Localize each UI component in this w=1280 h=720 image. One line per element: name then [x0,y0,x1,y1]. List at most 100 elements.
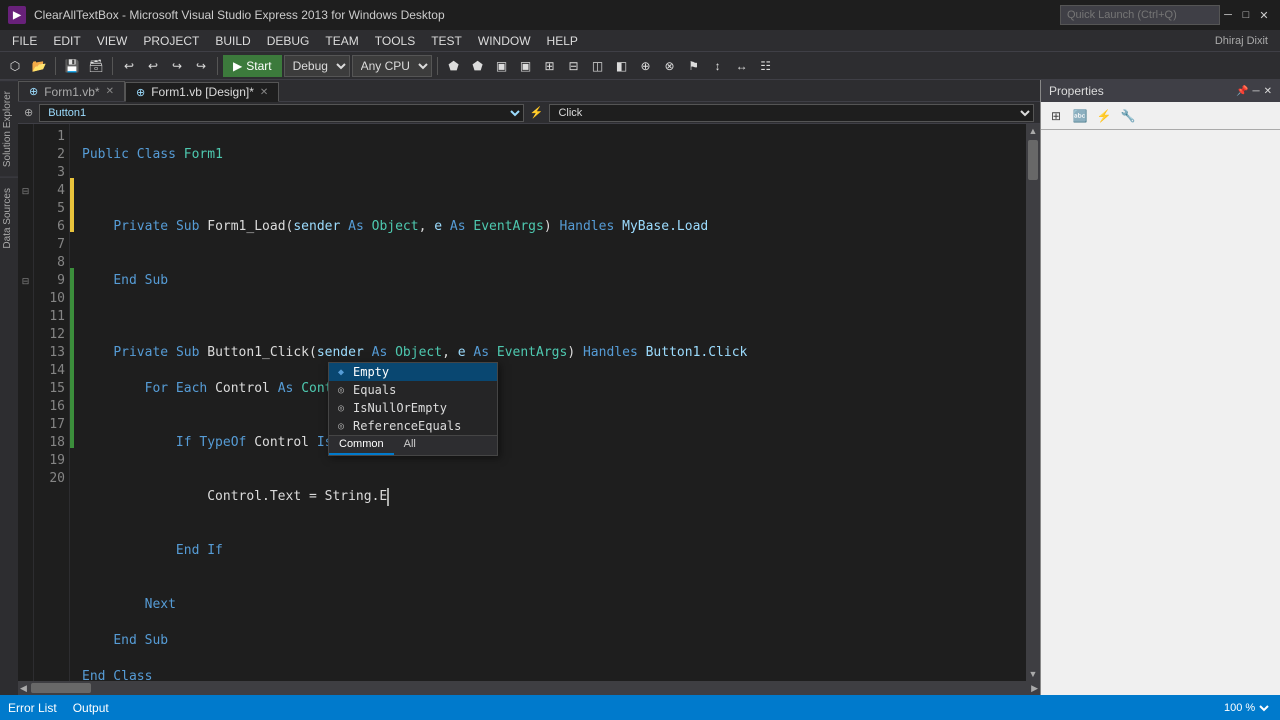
bottom-tab-output[interactable]: Output [73,701,109,715]
menu-test[interactable]: TEST [423,32,470,50]
ac-icon-empty: ◆ [335,366,347,378]
toolbar-btn-a[interactable]: ⬟ [443,55,465,77]
toolbar-redo2[interactable]: ↪ [190,55,212,77]
start-label: Start [246,59,271,73]
menu-bar: FILE EDIT VIEW PROJECT BUILD DEBUG TEAM … [0,30,1280,52]
toolbar-btn-j[interactable]: ⊗ [659,55,681,77]
menu-help[interactable]: HELP [539,32,586,50]
vertical-scrollbar[interactable]: ▲ ▼ [1026,124,1040,681]
scrollbar-right[interactable]: ▶ [1029,681,1040,696]
title-controls: ─ □ ✕ [1220,7,1272,23]
ac-icon-equals: ◎ [335,384,347,396]
prop-pages-btn[interactable]: 🔧 [1117,105,1139,127]
toolbar-btn-m[interactable]: ↔ [731,55,753,77]
autocomplete-popup: ◆ Empty ◎ Equals ◎ IsNullOrEmpty ◎ Refer… [328,362,498,456]
tab-form1-design-close[interactable]: ✕ [260,87,268,98]
prop-minimize-btn[interactable]: ─ [1253,86,1260,97]
horizontal-scrollbar[interactable]: ◀ ▶ [18,681,1040,695]
method-icon: ⚡ [530,106,544,119]
method-dropdown[interactable]: Click [549,104,1034,122]
prop-pin-btn[interactable]: 📌 [1236,86,1248,97]
menu-debug[interactable]: DEBUG [259,32,318,50]
ac-item-referenceequals[interactable]: ◎ ReferenceEquals [329,417,497,435]
sidebar-solution-explorer[interactable]: Solution Explorer [0,80,18,177]
menu-build[interactable]: BUILD [207,32,258,50]
toolbar-undo[interactable]: ↩ [118,55,140,77]
toolbar-btn-d[interactable]: ▣ [515,55,537,77]
class-dropdown[interactable]: Button1 [39,104,524,122]
sep4 [437,57,438,75]
ac-item-empty[interactable]: ◆ Empty [329,363,497,381]
prop-close-btn[interactable]: ✕ [1264,86,1272,97]
scrollbar-up[interactable]: ▲ [1027,124,1040,138]
sidebar-data-sources[interactable]: Data Sources [0,177,18,259]
ac-tab-all[interactable]: All [394,436,426,455]
platform-select[interactable]: Any CPU [352,55,432,77]
prop-events-btn[interactable]: ⚡ [1093,105,1115,127]
outlining-gutter: ⊟ ⊟ [18,124,34,681]
menu-project[interactable]: PROJECT [135,32,207,50]
menu-tools[interactable]: TOOLS [367,32,423,50]
tab-form1-design[interactable]: ⊕ Form1.vb [Design]* ✕ [125,82,279,102]
prop-categorized-btn[interactable]: ⊞ [1045,105,1067,127]
toolbar-btn-f[interactable]: ⊟ [563,55,585,77]
close-btn[interactable]: ✕ [1256,7,1272,23]
toolbar-btn-e[interactable]: ⊞ [539,55,561,77]
menu-team[interactable]: TEAM [317,32,366,50]
title-bar: ▶ ClearAllTextBox - Microsoft Visual Stu… [0,0,1280,30]
toolbar-new[interactable]: ⬡ [4,55,26,77]
scrollbar-left[interactable]: ◀ [18,681,29,696]
menu-view[interactable]: VIEW [89,32,136,50]
toolbar-saveall[interactable]: 🗃 [85,55,107,77]
menu-file[interactable]: FILE [4,32,45,50]
properties-header-controls: 📌 ─ ✕ [1236,86,1272,97]
ac-item-isnullorempty[interactable]: ◎ IsNullOrEmpty [329,399,497,417]
zoom-select[interactable]: 100 % [1220,701,1272,715]
class-icon: ⊕ [24,106,33,119]
ac-tabs: Common All [329,435,497,455]
toolbar-btn-i[interactable]: ⊕ [635,55,657,77]
fold-marker-2[interactable]: ⊟ [18,272,33,290]
menu-edit[interactable]: EDIT [45,32,88,50]
tab-form1-design-label: Form1.vb [Design]* [151,85,254,99]
toolbar-redo[interactable]: ↪ [166,55,188,77]
toolbar-btn-b[interactable]: ⬟ [467,55,489,77]
properties-panel: Properties 📌 ─ ✕ ⊞ 🔤 ⚡ 🔧 [1040,80,1280,695]
bottom-panel: Error List Output 100 % [0,695,1280,720]
scrollbar-down[interactable]: ▼ [1027,667,1040,681]
scrollbar-thumb[interactable] [1028,140,1038,180]
quick-launch-input[interactable] [1060,5,1220,25]
ac-item-equals[interactable]: ◎ Equals [329,381,497,399]
toolbar-btn-k[interactable]: ⚑ [683,55,705,77]
toolbar-btn-g[interactable]: ◫ [587,55,609,77]
file-header: ⊕ Button1 ⚡ Click [18,102,1040,124]
toolbar-btn-n[interactable]: ☷ [755,55,777,77]
minimize-btn[interactable]: ─ [1220,7,1236,23]
sep3 [217,57,218,75]
bottom-tab-error-list[interactable]: Error List [8,701,57,715]
scrollbar-hthumb[interactable] [31,683,91,693]
ac-label-referenceequals: ReferenceEquals [353,419,461,433]
start-button[interactable]: ▶ Start [223,55,282,77]
toolbar-undo2[interactable]: ↩ [142,55,164,77]
debug-mode-select[interactable]: Debug [284,55,350,77]
toolbar-btn-h[interactable]: ◧ [611,55,633,77]
toolbar-save[interactable]: 💾 [61,55,83,77]
toolbar-btn-l[interactable]: ↕ [707,55,729,77]
prop-alphabetical-btn[interactable]: 🔤 [1069,105,1091,127]
fold-marker-1[interactable]: ⊟ [18,182,33,200]
code-editor[interactable]: ⊟ ⊟ 1 2 3 4 5 6 7 8 9 10 11 1 [18,124,1040,681]
toolbar-open[interactable]: 📂 [28,55,50,77]
user-label: Dhiraj Dixit [1215,35,1276,47]
code-content[interactable]: Public Class Form1 Private Sub Form1_Loa… [74,124,1026,681]
left-sidebar-tabs: Solution Explorer Data Sources [0,80,18,695]
toolbar-btn-c[interactable]: ▣ [491,55,513,77]
tab-form1-vb[interactable]: ⊕ Form1.vb* ✕ [18,81,125,101]
ac-icon-isnullorempty: ◎ [335,402,347,414]
ac-tab-common[interactable]: Common [329,436,394,455]
vs-logo: ▶ [8,6,26,24]
maximize-btn[interactable]: □ [1238,7,1254,23]
tab-form1-vb-close[interactable]: ✕ [106,86,114,97]
start-icon: ▶ [233,59,242,73]
menu-window[interactable]: WINDOW [470,32,539,50]
